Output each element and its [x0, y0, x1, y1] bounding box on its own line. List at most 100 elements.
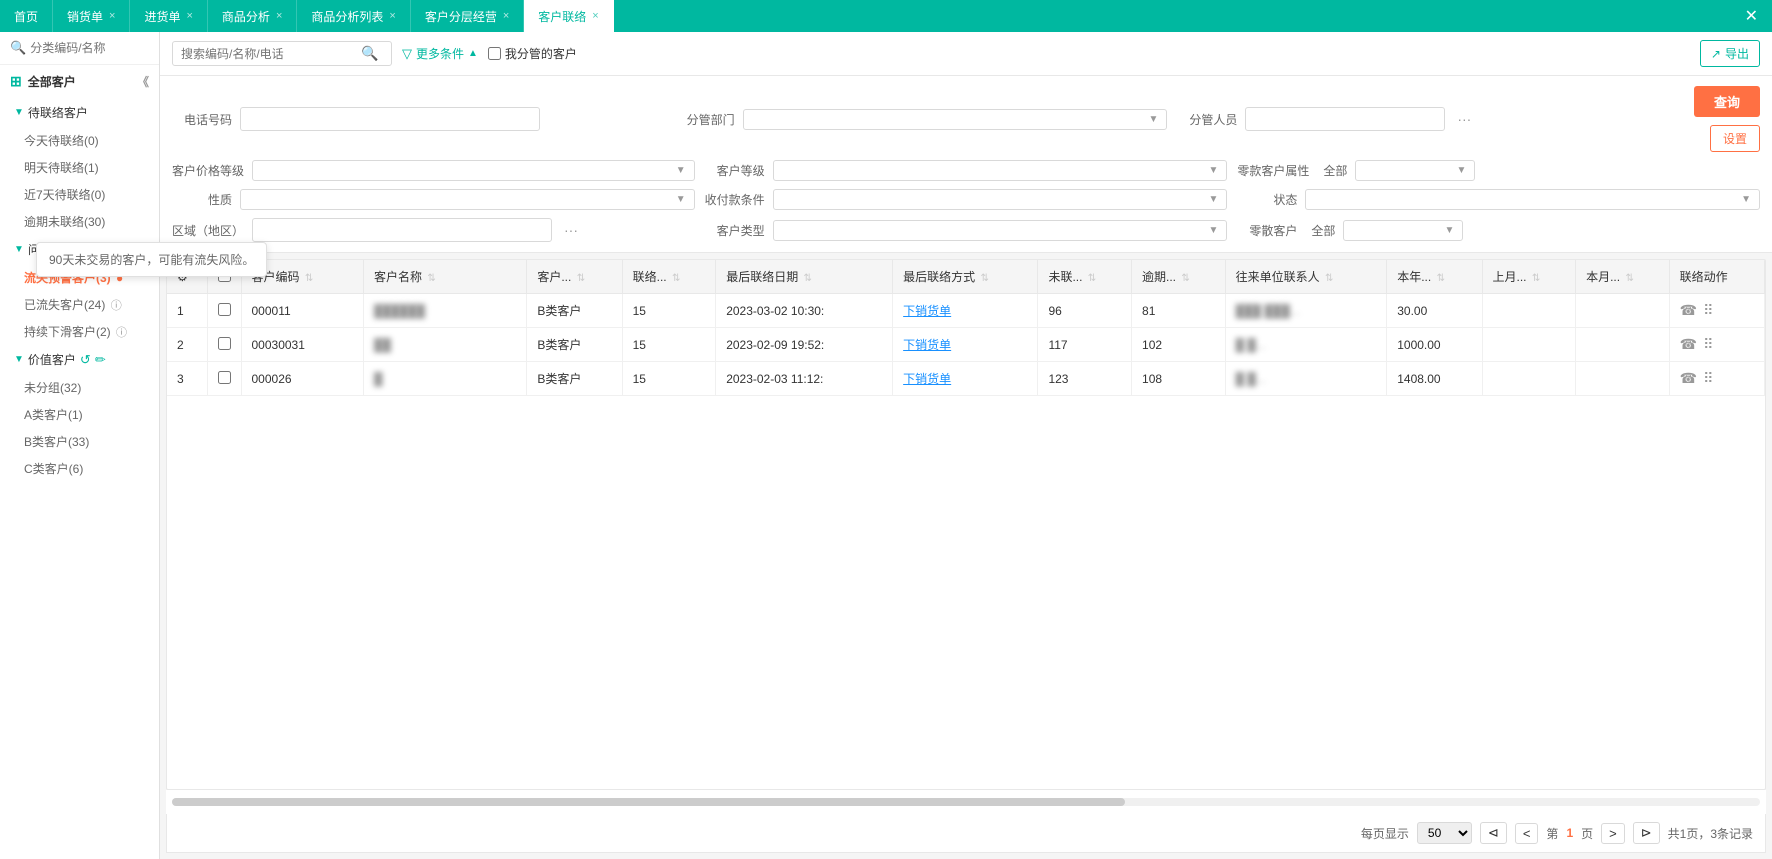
- first-page-button[interactable]: ⊲: [1480, 822, 1507, 844]
- col-unit-contact[interactable]: 往来单位联系人 ⇅: [1225, 260, 1387, 294]
- tab-product-analysis[interactable]: 商品分析 ×: [208, 0, 297, 32]
- contact-method-link[interactable]: 下销货单: [903, 304, 951, 318]
- search-input[interactable]: [181, 47, 361, 61]
- settings-button[interactable]: 设置: [1710, 125, 1760, 152]
- gender-chevron-icon: ▼: [676, 194, 686, 205]
- row-action-contact-icon[interactable]: ☎: [1680, 302, 1697, 319]
- page-label: 第: [1546, 825, 1558, 842]
- last-page-button[interactable]: ⊳: [1633, 822, 1660, 844]
- phone-input[interactable]: [240, 107, 540, 131]
- zero-customer-select[interactable]: ▼: [1343, 220, 1463, 241]
- region-input[interactable]: [252, 218, 552, 242]
- sidebar-all-customers[interactable]: ⊞ 全部客户 《: [0, 65, 159, 98]
- sidebar-item-class-b[interactable]: B类客户(33): [0, 428, 159, 455]
- horizontal-scrollbar[interactable]: [172, 798, 1760, 806]
- sidebar-search-input[interactable]: [30, 41, 149, 55]
- row-action-more-icon[interactable]: ⠿: [1703, 336, 1713, 353]
- tab-close-product-analysis[interactable]: ×: [276, 10, 282, 22]
- col-last-contact-date[interactable]: 最后联络日期 ⇅: [716, 260, 893, 294]
- refresh-icon[interactable]: ↺: [80, 352, 91, 368]
- tab-close-product-analysis-list[interactable]: ×: [389, 10, 395, 22]
- tab-product-analysis-list[interactable]: 商品分析列表 ×: [297, 0, 410, 32]
- row-action-contact-icon[interactable]: ☎: [1680, 336, 1697, 353]
- row-checkbox-0[interactable]: [218, 303, 231, 316]
- my-customers-checkbox-label[interactable]: 我分管的客户: [488, 45, 577, 62]
- region-more-icon[interactable]: ···: [564, 222, 578, 238]
- price-level-select[interactable]: ▼: [252, 160, 695, 181]
- cell-contact: 15: [622, 294, 716, 328]
- sidebar-item-churned[interactable]: 已流失客户(24) ⓘ: [0, 291, 159, 318]
- scroll-thumb[interactable]: [172, 798, 1125, 806]
- sidebar-group-header-pending[interactable]: ▼ 待联络客户: [0, 98, 159, 127]
- page-size-select[interactable]: 50 100 200: [1417, 822, 1472, 844]
- person-more-icon[interactable]: ···: [1457, 111, 1471, 127]
- collapse-icon: 《: [137, 73, 149, 90]
- contact-method-link[interactable]: 下销货单: [903, 338, 951, 352]
- table-row: 1 000011 ██████ B类客户 15 2023-03-02 10:30…: [167, 294, 1765, 328]
- sidebar-item-declining[interactable]: 持续下滑客户(2) ⓘ: [0, 318, 159, 345]
- tab-home[interactable]: 首页: [0, 0, 53, 32]
- tab-close-sales-order[interactable]: ×: [109, 10, 115, 22]
- edit-icon[interactable]: ✏: [95, 352, 106, 368]
- row-action-more-icon[interactable]: ⠿: [1703, 370, 1713, 387]
- cell-this-year: 30.00: [1387, 294, 1482, 328]
- sidebar-item-overdue-contact[interactable]: 逾期未联络(30): [0, 208, 159, 235]
- gender-select[interactable]: ▼: [240, 189, 695, 210]
- export-button[interactable]: ↗ 导出: [1700, 40, 1760, 67]
- query-button[interactable]: 查询: [1694, 86, 1760, 117]
- sidebar-item-class-c[interactable]: C类客户(6): [0, 455, 159, 482]
- col-this-year[interactable]: 本年... ⇅: [1387, 260, 1482, 294]
- tab-sales-order[interactable]: 销货单 ×: [53, 0, 130, 32]
- col-last-month[interactable]: 上月... ⇅: [1482, 260, 1576, 294]
- sidebar: 🔍 ⊞ 全部客户 《 ▼ 待联络客户 今天待联络(0) 明天待联络(1) 近7天…: [0, 32, 160, 859]
- col-this-month[interactable]: 本月... ⇅: [1576, 260, 1670, 294]
- window-close-button[interactable]: ✕: [1731, 6, 1772, 26]
- level-select[interactable]: ▼: [773, 160, 1228, 181]
- cell-this-month: [1576, 362, 1670, 396]
- query-settings-col: 查询 设置: [1680, 86, 1760, 152]
- row-checkbox-2[interactable]: [218, 371, 231, 384]
- search-icon[interactable]: 🔍: [361, 45, 378, 62]
- filter-row-1: 电话号码 分管部门 ▼ 分管人员 ··· 查询 设置: [172, 86, 1760, 152]
- col-last-contact-method[interactable]: 最后联络方式 ⇅: [893, 260, 1038, 294]
- col-uncontacted[interactable]: 未联... ⇅: [1038, 260, 1132, 294]
- filter-icon: ▽: [402, 46, 412, 62]
- sidebar-group-header-value[interactable]: ▼ 价值客户 ↺ ✏: [0, 345, 159, 374]
- payment-select[interactable]: ▼: [773, 189, 1228, 210]
- cell-action: ☎ ⠿: [1669, 294, 1764, 328]
- cell-last-contact-date: 2023-02-09 19:52:: [716, 328, 893, 362]
- more-conditions-btn[interactable]: ▽ 更多条件 ▲: [402, 45, 478, 62]
- tab-customer-contact[interactable]: 客户联络 ×: [524, 0, 613, 32]
- prev-page-button[interactable]: <: [1515, 823, 1539, 844]
- next-page-button[interactable]: >: [1601, 823, 1625, 844]
- sidebar-item-7days[interactable]: 近7天待联络(0): [0, 181, 159, 208]
- my-customers-checkbox[interactable]: [488, 47, 501, 60]
- sidebar-item-unclassified[interactable]: 未分组(32): [0, 374, 159, 401]
- col-name[interactable]: 客户名称 ⇅: [364, 260, 527, 294]
- row-action-more-icon[interactable]: ⠿: [1703, 302, 1713, 319]
- sort-icon-date: ⇅: [804, 273, 812, 284]
- tab-close-customer-segment[interactable]: ×: [503, 10, 509, 22]
- col-contact[interactable]: 联络... ⇅: [622, 260, 716, 294]
- row-checkbox-1[interactable]: [218, 337, 231, 350]
- sidebar-group-pending: ▼ 待联络客户 今天待联络(0) 明天待联络(1) 近7天待联络(0) 逾期未联…: [0, 98, 159, 235]
- contact-method-link[interactable]: 下销货单: [903, 372, 951, 386]
- tab-close-purchase-order[interactable]: ×: [186, 10, 192, 22]
- person-input[interactable]: [1245, 107, 1445, 131]
- sort-icon-uncontacted: ⇅: [1088, 273, 1096, 284]
- zero-attr-select[interactable]: ▼: [1355, 160, 1475, 181]
- status-select[interactable]: ▼: [1305, 189, 1760, 210]
- tab-close-customer-contact[interactable]: ×: [592, 10, 598, 22]
- col-type[interactable]: 客户... ⇅: [527, 260, 622, 294]
- sidebar-item-tomorrow[interactable]: 明天待联络(1): [0, 154, 159, 181]
- col-overdue[interactable]: 逾期... ⇅: [1132, 260, 1226, 294]
- type-select[interactable]: ▼: [773, 220, 1228, 241]
- sidebar-item-class-a[interactable]: A类客户(1): [0, 401, 159, 428]
- sidebar-item-today[interactable]: 今天待联络(0): [0, 127, 159, 154]
- tab-customer-segment[interactable]: 客户分层经营 ×: [411, 0, 524, 32]
- row-action-contact-icon[interactable]: ☎: [1680, 370, 1697, 387]
- cell-last-contact-method: 下销货单: [893, 362, 1038, 396]
- dept-select[interactable]: ▼: [743, 109, 1168, 130]
- cell-name: ██████: [364, 294, 527, 328]
- tab-purchase-order[interactable]: 进货单 ×: [130, 0, 207, 32]
